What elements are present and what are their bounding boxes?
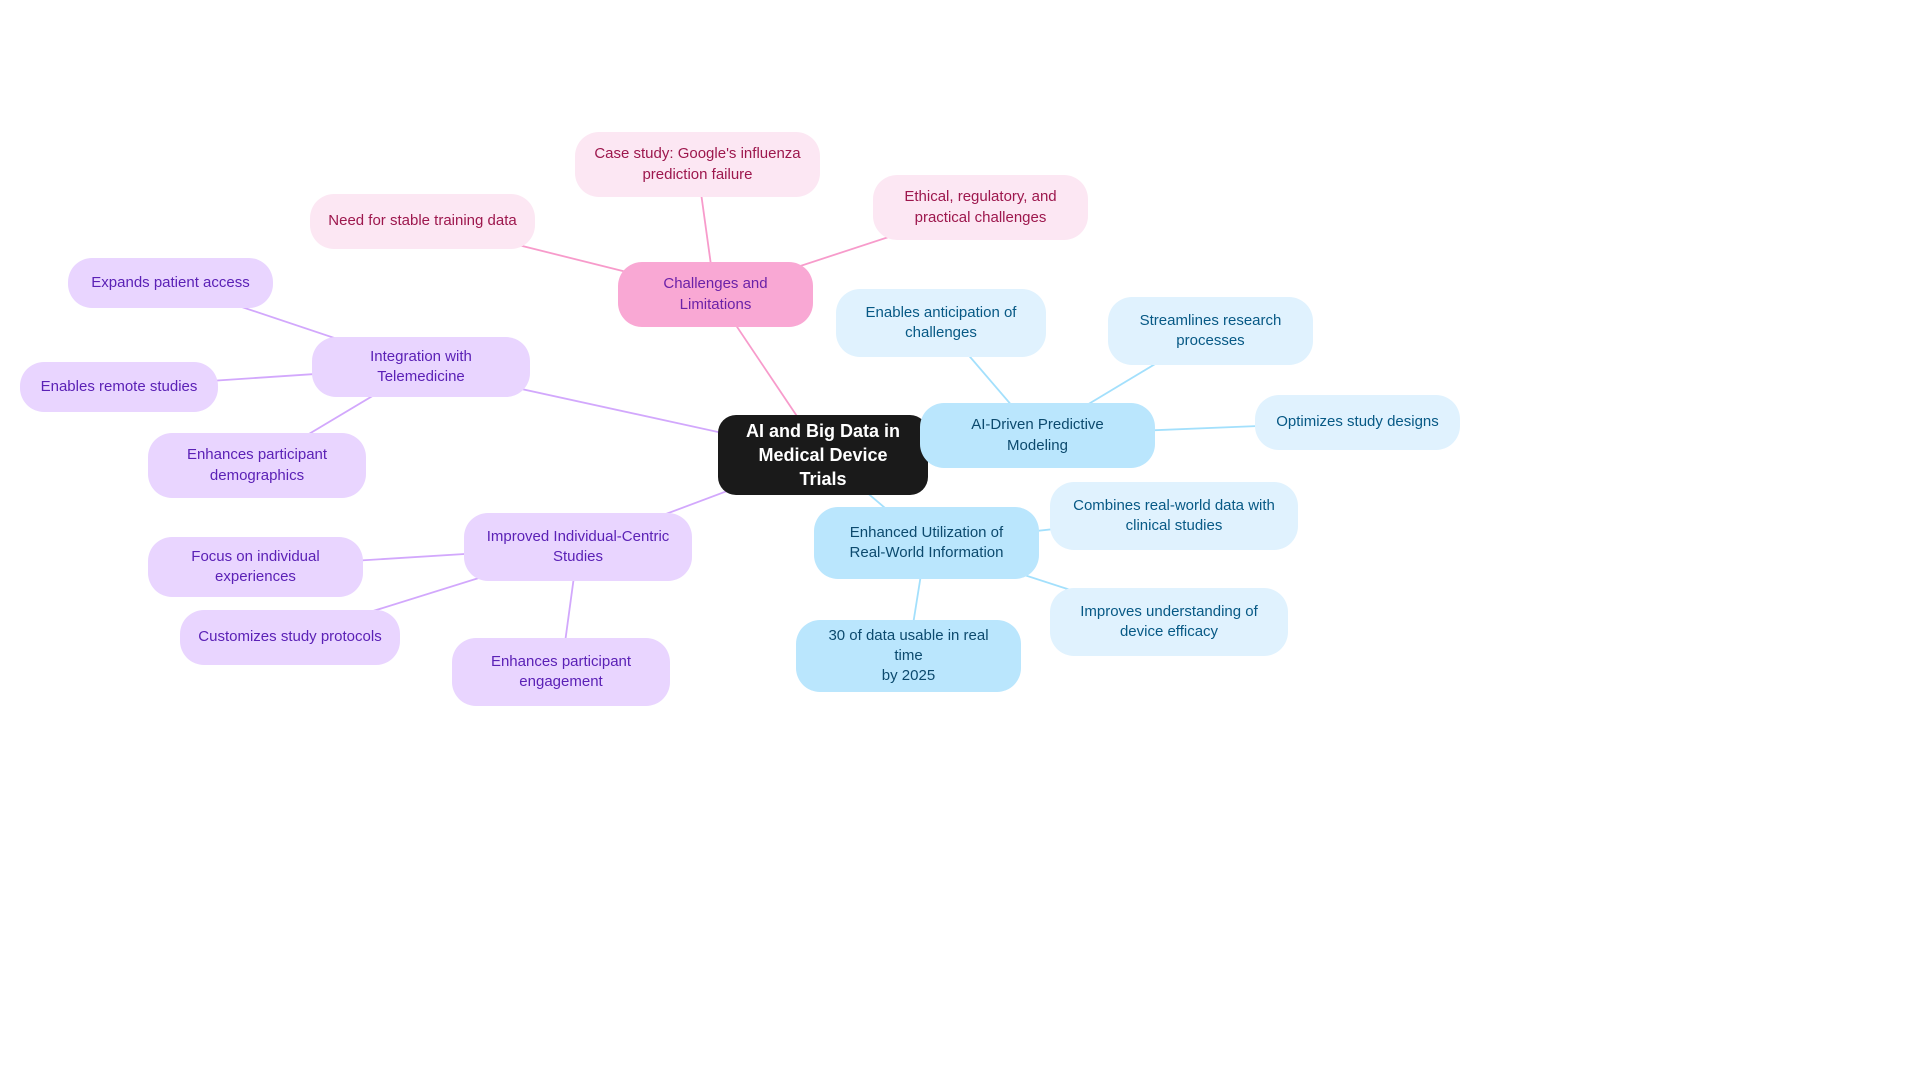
streamlines-label: Streamlines research processes — [1140, 311, 1282, 352]
case-study-node: Case study: Google's influenza predictio… — [575, 132, 820, 197]
customizes-label: Customizes study protocols — [198, 627, 381, 647]
realworld-label: Enhanced Utilization of Real-World Infor… — [850, 523, 1004, 564]
focus-individual-node: Focus on individual experiences — [148, 537, 363, 597]
challenges-node: Challenges and Limitations — [618, 262, 813, 327]
stable-training-node: Need for stable training data — [310, 194, 535, 249]
combines-label: Combines real-world data with clinical s… — [1073, 496, 1275, 537]
focus-individual-label: Focus on individual experiences — [191, 547, 319, 588]
enhances-demo-node: Enhances participant demographics — [148, 433, 366, 498]
individual-centric-node: Improved Individual-Centric Studies — [464, 513, 692, 581]
combines-node: Combines real-world data with clinical s… — [1050, 482, 1298, 550]
predictive-label: AI-Driven Predictive Modeling — [971, 415, 1104, 456]
realtime-node: 30 of data usable in real time by 2025 — [796, 620, 1021, 692]
ethical-node: Ethical, regulatory, and practical chall… — [873, 175, 1088, 240]
challenges-label: Challenges and Limitations — [663, 274, 767, 315]
enhances-demo-label: Enhances participant demographics — [187, 445, 327, 486]
case-study-label: Case study: Google's influenza predictio… — [594, 144, 800, 185]
enables-remote-node: Enables remote studies — [20, 362, 218, 412]
streamlines-node: Streamlines research processes — [1108, 297, 1313, 365]
optimizes-label: Optimizes study designs — [1276, 412, 1439, 432]
enhances-engagement-label: Enhances participant engagement — [491, 652, 631, 693]
realtime-label: 30 of data usable in real time by 2025 — [814, 626, 1003, 687]
telemedicine-node: Integration with Telemedicine — [312, 337, 530, 397]
customizes-node: Customizes study protocols — [180, 610, 400, 665]
enables-remote-label: Enables remote studies — [41, 377, 198, 397]
expands-access-node: Expands patient access — [68, 258, 273, 308]
ethical-label: Ethical, regulatory, and practical chall… — [904, 187, 1056, 228]
mindmap-container: AI and Big Data in Medical Device Trials… — [0, 0, 1920, 1083]
improves-label: Improves understanding of device efficac… — [1080, 602, 1258, 643]
anticipation-label: Enables anticipation of challenges — [866, 303, 1017, 344]
realworld-node: Enhanced Utilization of Real-World Infor… — [814, 507, 1039, 579]
center-node: AI and Big Data in Medical Device Trials — [718, 415, 928, 495]
improves-node: Improves understanding of device efficac… — [1050, 588, 1288, 656]
enhances-engagement-node: Enhances participant engagement — [452, 638, 670, 706]
center-label: AI and Big Data in Medical Device Trials — [736, 419, 910, 492]
stable-training-label: Need for stable training data — [328, 211, 516, 231]
predictive-node: AI-Driven Predictive Modeling — [920, 403, 1155, 468]
expands-access-label: Expands patient access — [91, 273, 249, 293]
anticipation-node: Enables anticipation of challenges — [836, 289, 1046, 357]
telemedicine-label: Integration with Telemedicine — [370, 347, 472, 388]
individual-centric-label: Improved Individual-Centric Studies — [487, 527, 670, 568]
optimizes-node: Optimizes study designs — [1255, 395, 1460, 450]
